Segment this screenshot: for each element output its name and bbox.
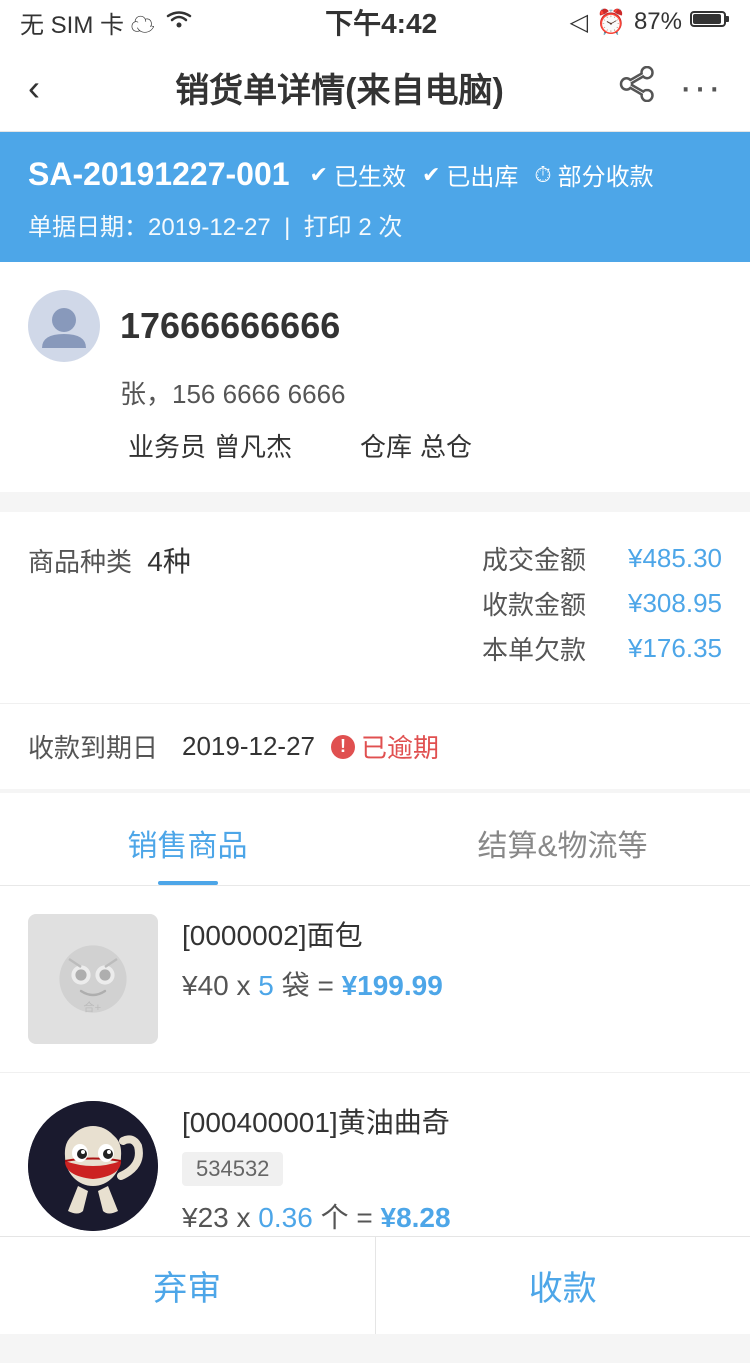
order-id: SA-20191227-001 bbox=[28, 156, 290, 193]
due-date-value: 2019-12-27 bbox=[182, 731, 315, 762]
divider1 bbox=[0, 492, 750, 512]
customer-top: 17666666666 bbox=[28, 290, 722, 362]
order-date-row: 单据日期：2019-12-27 | 打印 2 次 bbox=[28, 207, 722, 242]
debt-value: ¥176.35 bbox=[602, 633, 722, 664]
check-icon-active: ✔ bbox=[310, 162, 328, 188]
tabs-section: 销售商品 结算&物流等 bbox=[0, 793, 750, 886]
product-qty-bread: 5 bbox=[258, 970, 274, 1001]
location-icon: ◁ bbox=[570, 8, 588, 37]
status-bar: 无 SIM 卡 ☁ 下午4:42 ◁ ⏰ 87% bbox=[0, 0, 750, 44]
product-name-cookie: [000400001]黄油曲奇 bbox=[182, 1101, 722, 1141]
amount-value: ¥485.30 bbox=[602, 543, 722, 574]
received-value: ¥308.95 bbox=[602, 588, 722, 619]
product-total-cookie: ¥8.28 bbox=[381, 1202, 451, 1233]
customer-name-phone: 张，156 6666 6666 bbox=[28, 374, 722, 411]
back-button[interactable]: ‹ bbox=[28, 67, 40, 109]
status-bar-time: 下午4:42 bbox=[325, 2, 437, 42]
product-image-bread: 合+ bbox=[28, 914, 158, 1044]
overdue-dot-icon: ! bbox=[331, 735, 355, 759]
check-icon-shipped: ✔ bbox=[422, 162, 440, 188]
status-active: ✔ 已生效 bbox=[310, 157, 406, 192]
tab-settlement[interactable]: 结算&物流等 bbox=[375, 793, 750, 885]
customer-avatar bbox=[28, 290, 100, 362]
product-price-cookie: ¥23 x 0.36 个 = ¥8.28 bbox=[182, 1196, 722, 1236]
due-date-section: 收款到期日 2019-12-27 ! 已逾期 bbox=[0, 703, 750, 789]
customer-section: 17666666666 张，156 6666 6666 业务员曾凡杰 仓库总仓 bbox=[0, 262, 750, 492]
customer-meta: 业务员曾凡杰 仓库总仓 bbox=[28, 427, 722, 464]
page-title: 销货单详情(来自电脑) bbox=[60, 63, 619, 112]
nav-bar: ‹ 销货单详情(来自电脑) ··· bbox=[0, 44, 750, 132]
product-info-bread: [0000002]面包 ¥40 x 5 袋 = ¥199.99 bbox=[182, 914, 722, 1004]
status-tags: ✔ 已生效 ✔ 已出库 ⏱ 部分收款 bbox=[310, 157, 654, 192]
warehouse-info: 仓库总仓 bbox=[352, 427, 472, 464]
due-label: 收款到期日 bbox=[28, 728, 158, 765]
received-row: 收款金额 ¥308.95 bbox=[482, 585, 722, 622]
amount-row: 成交金额 ¥485.30 bbox=[482, 540, 722, 577]
received-label: 收款金额 bbox=[482, 585, 586, 622]
cancel-audit-button[interactable]: 弃审 bbox=[0, 1237, 376, 1334]
more-icon[interactable]: ··· bbox=[679, 65, 722, 110]
share-icon[interactable] bbox=[619, 66, 655, 110]
customer-phone: 17666666666 bbox=[120, 305, 340, 347]
bottom-bar: 弃审 收款 bbox=[0, 1236, 750, 1334]
product-image-cookie bbox=[28, 1101, 158, 1231]
product-types: 商品种类 4种 bbox=[28, 540, 191, 580]
header-banner: SA-20191227-001 ✔ 已生效 ✔ 已出库 ⏱ 部分收款 单据日期：… bbox=[0, 132, 750, 262]
product-badge-cookie: 534532 bbox=[182, 1152, 283, 1186]
tab-sales[interactable]: 销售商品 bbox=[0, 793, 375, 885]
collect-payment-button[interactable]: 收款 bbox=[376, 1237, 750, 1334]
amount-label: 成交金额 bbox=[482, 540, 586, 577]
alarm-icon: ⏰ bbox=[596, 8, 626, 37]
status-bar-right: ◁ ⏰ 87% bbox=[570, 8, 730, 37]
tabs-row: 销售商品 结算&物流等 bbox=[0, 793, 750, 886]
nav-right-actions: ··· bbox=[619, 65, 722, 110]
overdue-badge: ! 已逾期 bbox=[331, 728, 439, 765]
status-partial: ⏱ 部分收款 bbox=[534, 157, 653, 192]
stats-section: 商品种类 4种 成交金额 ¥485.30 收款金额 ¥308.95 本单欠款 ¥… bbox=[0, 512, 750, 703]
product-info-cookie: [000400001]黄油曲奇 534532 ¥23 x 0.36 个 = ¥8… bbox=[182, 1101, 722, 1236]
battery-icon bbox=[690, 8, 730, 36]
product-qty-cookie: 0.36 bbox=[258, 1202, 313, 1233]
financial-stats: 成交金额 ¥485.30 收款金额 ¥308.95 本单欠款 ¥176.35 bbox=[482, 540, 722, 675]
debt-row: 本单欠款 ¥176.35 bbox=[482, 630, 722, 667]
sales-info: 业务员曾凡杰 bbox=[120, 427, 292, 464]
product-name-bread: [0000002]面包 bbox=[182, 914, 722, 954]
wifi-icon bbox=[165, 8, 193, 36]
status-bar-left: 无 SIM 卡 ☁ bbox=[20, 5, 193, 40]
clock-icon: ⏱ bbox=[534, 162, 551, 188]
status-shipped: ✔ 已出库 bbox=[422, 157, 518, 192]
product-list: 合+ [0000002]面包 ¥40 x 5 袋 = ¥199.99 bbox=[0, 886, 750, 1265]
product-price-bread: ¥40 x 5 袋 = ¥199.99 bbox=[182, 964, 722, 1004]
overdue-text: 已逾期 bbox=[361, 728, 439, 765]
svg-text:合+: 合+ bbox=[83, 1000, 101, 1014]
product-total-bread: ¥199.99 bbox=[342, 970, 443, 1001]
battery-status: 87% bbox=[634, 8, 682, 36]
product-item: 合+ [0000002]面包 ¥40 x 5 袋 = ¥199.99 bbox=[0, 886, 750, 1073]
debt-label: 本单欠款 bbox=[482, 630, 586, 667]
sim-status: 无 SIM 卡 ☁ bbox=[20, 5, 155, 40]
